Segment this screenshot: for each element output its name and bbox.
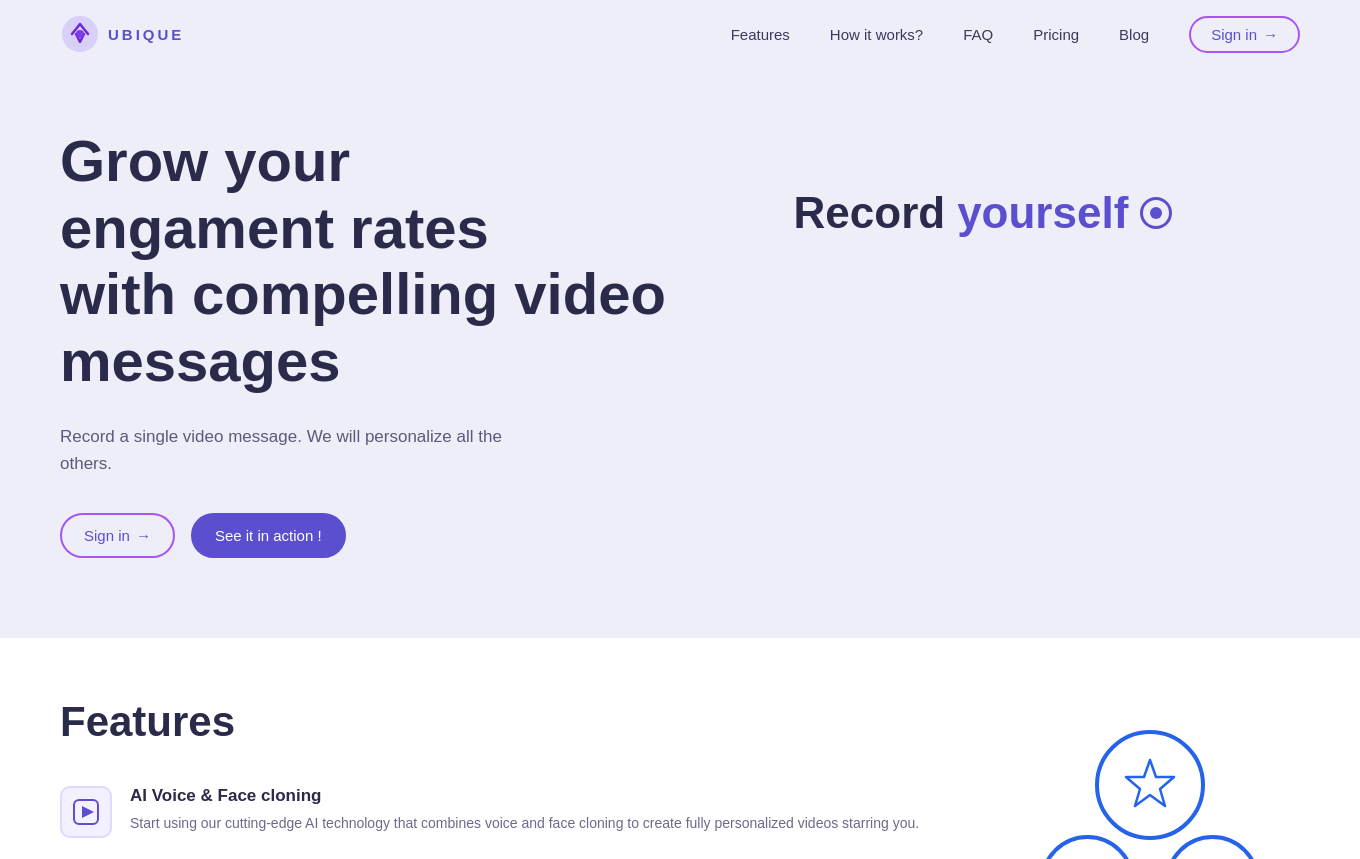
nav-link-blog[interactable]: Blog	[1119, 26, 1149, 43]
feature-content-ai-cloning: AI Voice & Face cloning Start using our …	[130, 786, 919, 838]
feature-item-ai-cloning: AI Voice & Face cloning Start using our …	[60, 786, 940, 838]
svg-point-1	[76, 30, 84, 38]
star-circle-bottom-right	[1165, 835, 1260, 859]
nav-link-features[interactable]: Features	[731, 26, 790, 43]
nav-signin-button[interactable]: Sign in →	[1189, 16, 1300, 53]
hero-signin-button[interactable]: Sign in →	[60, 513, 175, 558]
hero-signin-label: Sign in	[84, 527, 130, 544]
hero-title-line1: Grow your	[60, 128, 350, 193]
hero-title: Grow your engament rates with compelling…	[60, 128, 666, 395]
nav-links: Features How it works? FAQ Pricing Blog …	[731, 16, 1300, 53]
nav-link-pricing[interactable]: Pricing	[1033, 26, 1079, 43]
logo-icon	[60, 14, 100, 54]
record-circle-inner	[1150, 207, 1162, 219]
star-circle-bottom-left	[1040, 835, 1135, 859]
logo[interactable]: UBIQUE	[60, 14, 184, 54]
feature-icon-play	[60, 786, 112, 838]
nav-signin-arrow: →	[1263, 26, 1278, 43]
hero-title-line3: with compelling video	[60, 261, 666, 326]
svg-marker-3	[82, 806, 94, 818]
hero-subtitle: Record a single video message. We will p…	[60, 423, 540, 477]
record-word: Record	[794, 188, 946, 238]
navbar: UBIQUE Features How it works? FAQ Pricin…	[0, 0, 1360, 68]
logo-text: UBIQUE	[108, 26, 184, 43]
hero-right: Record yourself	[666, 128, 1300, 238]
hero-section: Grow your engament rates with compelling…	[0, 68, 1360, 638]
record-yourself: yourself	[957, 188, 1128, 238]
feature-name-ai-cloning: AI Voice & Face cloning	[130, 786, 919, 806]
features-left: Features AI Voice & Face cloning Start u…	[60, 698, 940, 859]
hero-action-label: See it in action !	[215, 527, 322, 544]
stars-illustration	[1040, 730, 1260, 859]
hero-left: Grow your engament rates with compelling…	[60, 128, 666, 558]
features-right	[1000, 698, 1300, 859]
nav-signin-label: Sign in	[1211, 26, 1257, 43]
hero-action-button[interactable]: See it in action !	[191, 513, 346, 558]
features-title: Features	[60, 698, 940, 746]
svg-marker-6	[1126, 760, 1174, 806]
hero-buttons: Sign in → See it in action !	[60, 513, 666, 558]
record-tagline: Record yourself	[794, 188, 1173, 238]
nav-link-how-it-works[interactable]: How it works?	[830, 26, 923, 43]
play-icon	[72, 798, 100, 826]
features-section: Features AI Voice & Face cloning Start u…	[0, 638, 1360, 859]
feature-desc-ai-cloning: Start using our cutting-edge AI technolo…	[130, 812, 919, 834]
hero-signin-arrow: →	[136, 527, 151, 544]
record-circle-icon	[1140, 197, 1172, 229]
nav-link-faq[interactable]: FAQ	[963, 26, 993, 43]
star-circle-top	[1095, 730, 1205, 840]
hero-title-line4: messages	[60, 328, 341, 393]
star-icon-top	[1120, 755, 1180, 815]
hero-title-line2: engament rates	[60, 195, 489, 260]
